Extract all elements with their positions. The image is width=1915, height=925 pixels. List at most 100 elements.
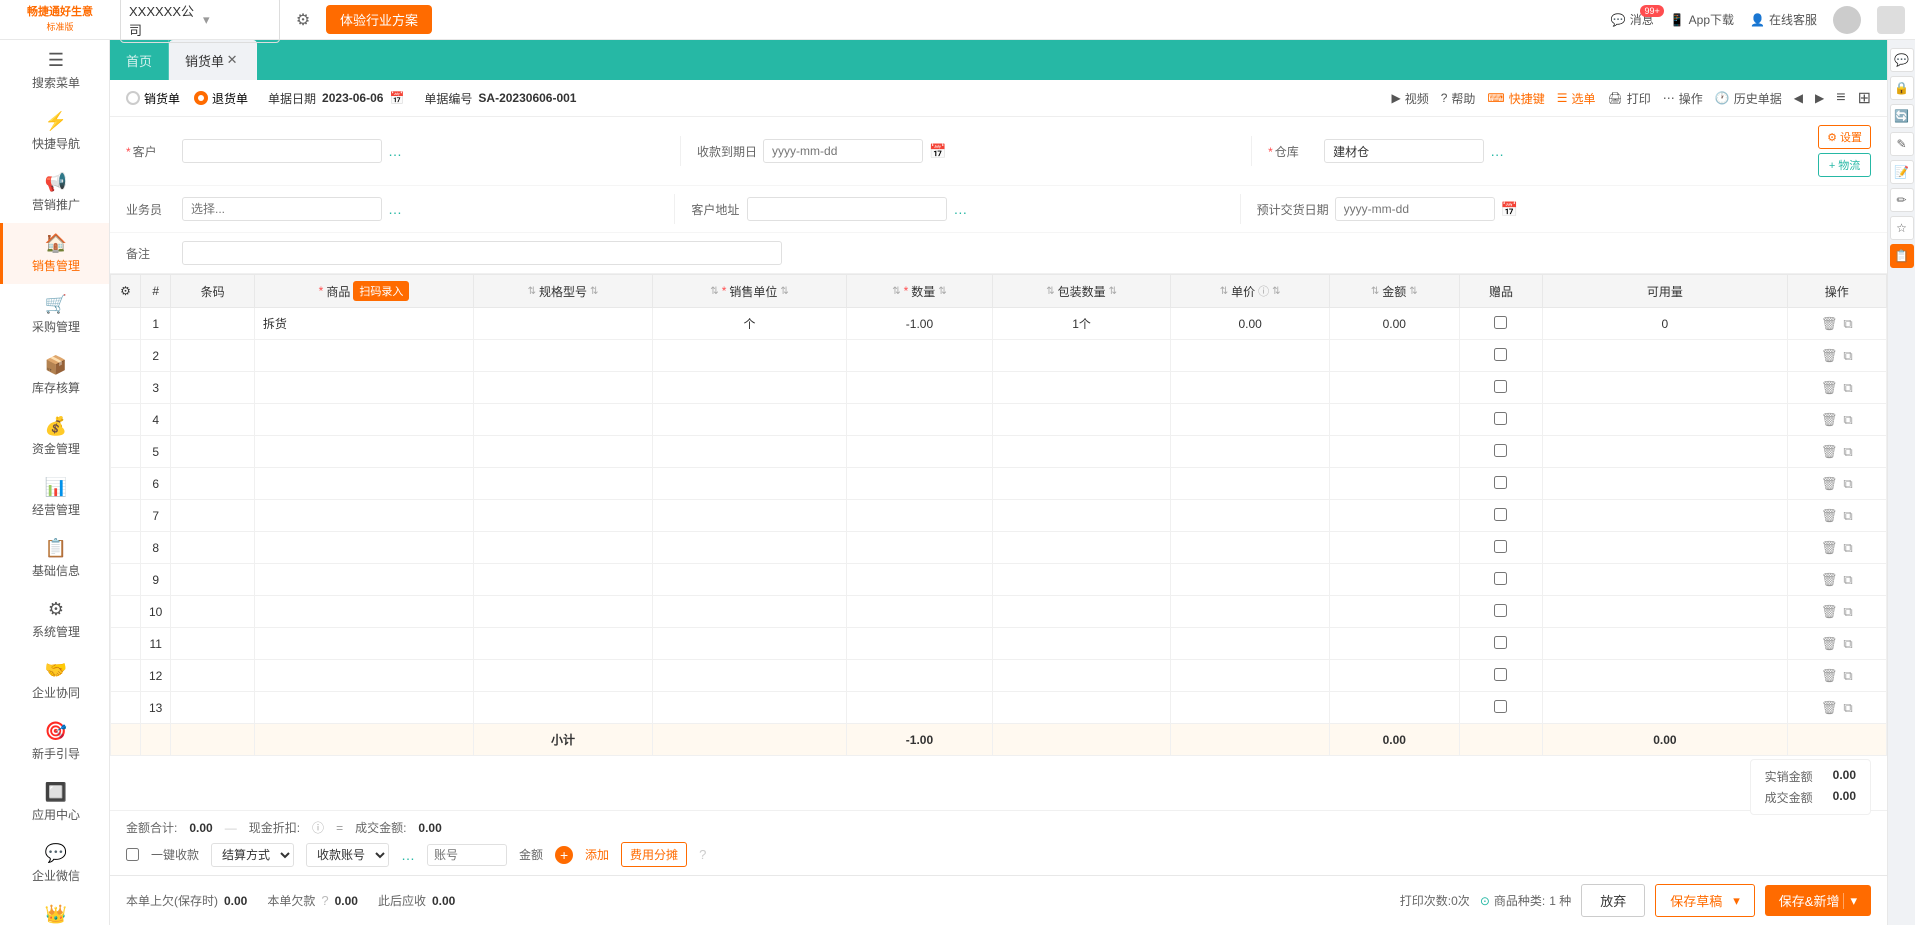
delete-icon[interactable]: 🗑: [1821, 444, 1838, 460]
customer-input[interactable]: [182, 139, 382, 163]
gift-checkbox[interactable]: [1494, 540, 1507, 553]
radio-return-order[interactable]: 退货单: [194, 90, 248, 107]
action-help[interactable]: ? 帮助: [1441, 90, 1476, 107]
row-amount[interactable]: 0.00: [1329, 308, 1459, 340]
action-operate[interactable]: ⋯ 操作: [1663, 90, 1703, 107]
avatar[interactable]: [1833, 6, 1861, 34]
save-new-button[interactable]: 保存&新增 ▾: [1765, 885, 1871, 916]
sidebar-item-purchase[interactable]: 🛒 采购管理: [0, 284, 109, 345]
right-panel-btn-7[interactable]: ☆: [1890, 216, 1914, 240]
cash-discount-info-icon[interactable]: ⓘ: [312, 819, 324, 836]
copy-icon[interactable]: ⧉: [1843, 412, 1852, 428]
gift-checkbox[interactable]: [1494, 476, 1507, 489]
gift-checkbox[interactable]: [1494, 668, 1507, 681]
row-gift[interactable]: [1459, 308, 1543, 340]
delete-icon[interactable]: 🗑: [1821, 540, 1838, 556]
payment-account-select[interactable]: 收款账号: [306, 843, 389, 867]
delete-icon[interactable]: 🗑: [1821, 476, 1838, 492]
delete-icon[interactable]: 🗑: [1821, 572, 1838, 588]
sidebar-item-wechat[interactable]: 💬 企业微信: [0, 833, 109, 894]
settings-icon[interactable]: ⚙: [288, 5, 318, 35]
logistics-button[interactable]: + 物流: [1818, 153, 1871, 177]
save-draft-chevron-icon[interactable]: ▾: [1726, 893, 1740, 909]
nav-prev-icon[interactable]: ◀: [1794, 91, 1803, 105]
copy-icon[interactable]: ⧉: [1843, 316, 1852, 332]
company-selector[interactable]: XXXXXX公司 ▾: [120, 0, 280, 43]
app-download-button[interactable]: 📱 App下载: [1670, 11, 1734, 28]
sidebar-item-membership[interactable]: 👑 畅会员: [0, 894, 109, 925]
gift-checkbox[interactable]: [1494, 604, 1507, 617]
row-barcode[interactable]: [171, 308, 255, 340]
copy-icon[interactable]: ⧉: [1843, 380, 1852, 396]
action-history[interactable]: 🕐 历史单据: [1715, 90, 1782, 107]
row-unit[interactable]: 个: [652, 308, 846, 340]
sidebar-item-appstore[interactable]: 🔲 应用中心: [0, 772, 109, 833]
copy-icon[interactable]: ⧉: [1843, 476, 1852, 492]
expense-split-button[interactable]: 费用分摊: [621, 842, 687, 867]
notes-input[interactable]: [182, 241, 782, 265]
sidebar-item-finance[interactable]: 💰 资金管理: [0, 406, 109, 467]
th-settings[interactable]: ⚙: [111, 275, 141, 308]
messages-button[interactable]: 💬 消息 99+: [1611, 11, 1654, 28]
price-info-icon[interactable]: ⓘ: [1258, 283, 1269, 299]
copy-icon[interactable]: ⧉: [1843, 700, 1852, 716]
delete-icon[interactable]: 🗑: [1821, 380, 1838, 396]
action-select-order[interactable]: ☰ 选单: [1557, 90, 1596, 107]
gift-checkbox[interactable]: [1494, 380, 1507, 393]
salesperson-dots-icon[interactable]: …: [388, 201, 402, 217]
customer-address-input[interactable]: [747, 197, 947, 221]
sidebar-item-shortcut[interactable]: ⚡ 快捷导航: [0, 101, 109, 162]
online-service-button[interactable]: 👤 在线客服: [1750, 11, 1817, 28]
action-video[interactable]: ▶ 视频: [1391, 90, 1428, 107]
copy-icon[interactable]: ⧉: [1843, 572, 1852, 588]
right-panel-btn-6[interactable]: ✏: [1890, 188, 1914, 212]
order-debt-help-icon[interactable]: ?: [321, 893, 328, 908]
delete-icon[interactable]: 🗑: [1821, 316, 1838, 332]
payment-due-input[interactable]: [763, 139, 923, 163]
row-product[interactable]: 拆货: [254, 308, 473, 340]
sidebar-item-search[interactable]: ☰ 搜索菜单: [0, 40, 109, 101]
expected-delivery-calendar-icon[interactable]: 📅: [1501, 201, 1518, 218]
copy-icon[interactable]: ⧉: [1843, 636, 1852, 652]
warehouse-input[interactable]: [1324, 139, 1484, 163]
delete-icon[interactable]: 🗑: [1821, 668, 1838, 684]
action-shortcut[interactable]: ⌨ 快捷键: [1487, 90, 1544, 107]
delete-icon[interactable]: 🗑: [1821, 508, 1838, 524]
gift-checkbox[interactable]: [1494, 508, 1507, 521]
calendar-icon[interactable]: 📅: [389, 91, 404, 105]
gift-checkbox[interactable]: [1494, 348, 1507, 361]
sidebar-item-basic[interactable]: 📋 基础信息: [0, 528, 109, 589]
action-print[interactable]: 🖨 打印: [1608, 90, 1651, 107]
right-panel-btn-3[interactable]: 🔄: [1890, 104, 1914, 128]
delete-icon[interactable]: 🗑: [1821, 348, 1838, 364]
row-pkg-qty[interactable]: 1个: [992, 308, 1171, 340]
save-new-chevron-icon[interactable]: ▾: [1843, 893, 1857, 909]
customer-dots-icon[interactable]: …: [388, 143, 402, 159]
trial-button[interactable]: 体验行业方案: [326, 5, 432, 34]
sidebar-item-system[interactable]: ⚙ 系统管理: [0, 589, 109, 650]
gift-checkbox[interactable]: [1494, 316, 1507, 329]
right-panel-btn-5[interactable]: 📝: [1890, 160, 1914, 184]
expected-delivery-input[interactable]: [1335, 197, 1495, 221]
delete-icon[interactable]: 🗑: [1821, 700, 1838, 716]
setup-button[interactable]: ⚙ 设置: [1818, 125, 1871, 149]
scan-barcode-button[interactable]: 扫码录入: [353, 281, 409, 301]
row-spec[interactable]: [474, 308, 653, 340]
right-panel-btn-2[interactable]: 🔒: [1890, 76, 1914, 100]
row-price[interactable]: 0.00: [1171, 308, 1329, 340]
gift-checkbox[interactable]: [1494, 636, 1507, 649]
row-qty[interactable]: -1.00: [847, 308, 993, 340]
tab-sales-order[interactable]: 销货单 ✕: [169, 40, 257, 80]
copy-icon[interactable]: ⧉: [1843, 348, 1852, 364]
expense-help-icon[interactable]: ?: [699, 847, 706, 862]
warehouse-dots-icon[interactable]: …: [1490, 143, 1504, 159]
salesperson-input[interactable]: [182, 197, 382, 221]
one-click-pay-checkbox[interactable]: [126, 848, 139, 861]
delete-icon[interactable]: 🗑: [1821, 604, 1838, 620]
copy-icon[interactable]: ⧉: [1843, 668, 1852, 684]
view-grid-icon[interactable]: ⊞: [1858, 88, 1871, 108]
gift-checkbox[interactable]: [1494, 700, 1507, 713]
nav-next-icon[interactable]: ▶: [1815, 91, 1824, 105]
sidebar-item-newbie[interactable]: 🎯 新手引导: [0, 711, 109, 772]
payment-due-calendar-icon[interactable]: 📅: [929, 143, 946, 160]
